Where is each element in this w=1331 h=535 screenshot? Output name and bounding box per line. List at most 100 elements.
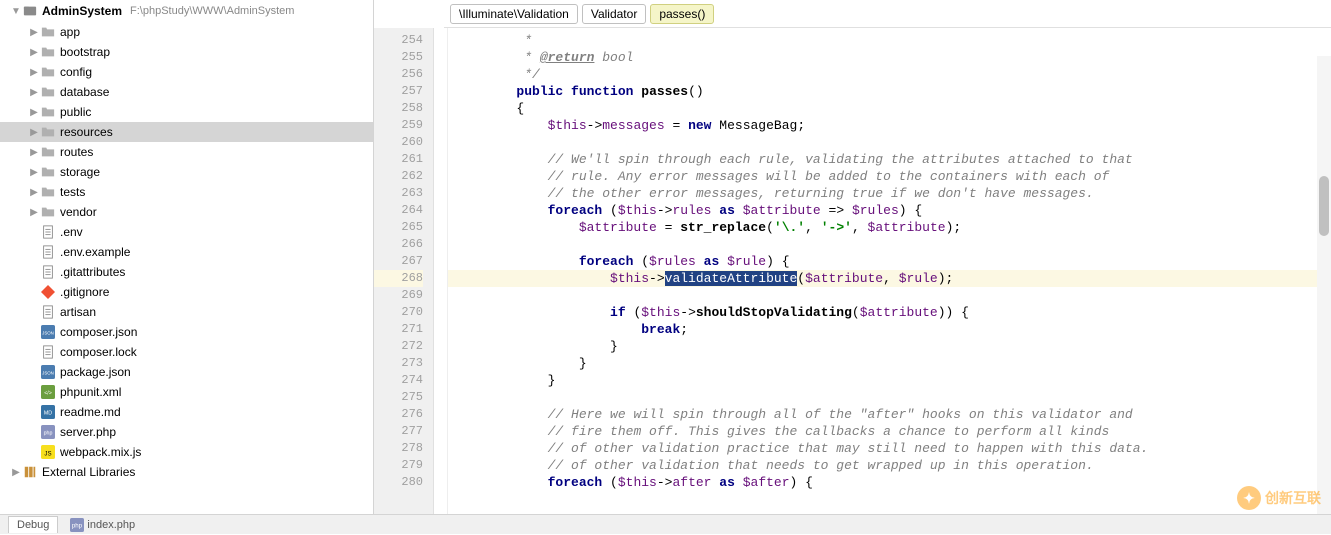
editor-area: \Illuminate\ValidationValidatorpasses() … [374, 0, 1331, 514]
code-line[interactable]: foreach ($this->after as $after) { [448, 474, 1331, 491]
expand-arrow-icon[interactable]: ▶ [28, 167, 40, 178]
code-line[interactable] [448, 134, 1331, 151]
project-header[interactable]: ▼ AdminSystem F:\phpStudy\WWW\AdminSyste… [0, 0, 373, 22]
breadcrumb-bar: \Illuminate\ValidationValidatorpasses() [444, 0, 1331, 28]
file-readme.md[interactable]: MDreadme.md [0, 402, 373, 422]
txt-file-icon [40, 344, 56, 360]
line-number: 268 [374, 270, 423, 287]
folder-config[interactable]: ▶config [0, 62, 373, 82]
code-line[interactable]: $this->validateAttribute($attribute, $ru… [448, 270, 1331, 287]
file-.gitignore[interactable]: .gitignore [0, 282, 373, 302]
txt-file-icon [40, 264, 56, 280]
code-line[interactable]: // We'll spin through each rule, validat… [448, 151, 1331, 168]
code-line[interactable]: } [448, 338, 1331, 355]
vertical-scrollbar[interactable] [1317, 56, 1331, 514]
folder-bootstrap[interactable]: ▶ bootstrap [0, 42, 373, 62]
file-composer.json[interactable]: JSONcomposer.json [0, 322, 373, 342]
line-number: 276 [374, 406, 423, 423]
folder-public[interactable]: ▶public [0, 102, 373, 122]
code-line[interactable]: if ($this->shouldStopValidating($attribu… [448, 304, 1331, 321]
code-line[interactable] [448, 287, 1331, 304]
line-number: 254 [374, 32, 423, 49]
expand-arrow-icon[interactable]: ▶ [28, 147, 40, 158]
file-package.json[interactable]: JSONpackage.json [0, 362, 373, 382]
code-editor[interactable]: 2542552562572582592602612622632642652662… [374, 28, 1331, 514]
folder-storage[interactable]: ▶ storage [0, 162, 373, 182]
line-number: 279 [374, 457, 423, 474]
code-line[interactable]: * [448, 32, 1331, 49]
tree-item-label: bootstrap [60, 45, 110, 59]
debug-tab[interactable]: Debug [8, 516, 58, 533]
folder-app[interactable]: ▶app [0, 22, 373, 42]
tree-item-label: package.json [60, 365, 131, 379]
code-line[interactable]: // of other validation that needs to get… [448, 457, 1331, 474]
expand-arrow-icon[interactable]: ▶ [28, 187, 40, 198]
code-line[interactable]: // of other validation practice that may… [448, 440, 1331, 457]
expand-arrow-icon[interactable]: ▶ [28, 127, 40, 138]
json-file-icon: JSON [40, 324, 56, 340]
expand-arrow-icon[interactable]: ▶ [28, 67, 40, 78]
file-phpunit.xml[interactable]: </>phpunit.xml [0, 382, 373, 402]
file-artisan[interactable]: artisan [0, 302, 373, 322]
fold-column[interactable] [434, 28, 448, 514]
folder-tests[interactable]: ▶tests [0, 182, 373, 202]
file-webpack.mix.js[interactable]: JSwebpack.mix.js [0, 442, 373, 462]
expand-arrow-icon[interactable]: ▶ [28, 47, 40, 58]
code-line[interactable]: foreach ($rules as $rule) { [448, 253, 1331, 270]
file-tree[interactable]: ▶app▶bootstrap▶config▶database▶public▶re… [0, 22, 373, 462]
line-number: 273 [374, 355, 423, 372]
php-file-icon: php [70, 518, 84, 532]
external-libraries[interactable]: ▶ External Libraries [0, 462, 373, 482]
txt-file-icon [40, 224, 56, 240]
breadcrumb-item[interactable]: \Illuminate\Validation [450, 4, 578, 24]
line-number: 265 [374, 219, 423, 236]
file-.gitattributes[interactable]: .gitattributes [0, 262, 373, 282]
code-line[interactable]: $this->messages = new MessageBag; [448, 117, 1331, 134]
expand-arrow-icon[interactable]: ▶ [28, 207, 40, 218]
code-line[interactable]: * @return bool [448, 49, 1331, 66]
code-line[interactable]: */ [448, 66, 1331, 83]
code-line[interactable]: $attribute = str_replace('\.', '->', $at… [448, 219, 1331, 236]
folder-routes[interactable]: ▶routes [0, 142, 373, 162]
code-line[interactable]: public function passes() [448, 83, 1331, 100]
line-number: 257 [374, 83, 423, 100]
tree-item-label: .gitattributes [60, 265, 125, 279]
file-.env.example[interactable]: .env.example [0, 242, 373, 262]
tree-item-label: database [60, 85, 109, 99]
code-line[interactable]: // fire them off. This gives the callbac… [448, 423, 1331, 440]
expand-arrow-icon[interactable]: ▶ [28, 107, 40, 118]
tree-item-label: storage [60, 165, 100, 179]
library-icon [22, 464, 38, 480]
expand-arrow-icon[interactable]: ▼ [10, 6, 22, 17]
xml-file-icon: </> [40, 384, 56, 400]
breadcrumb-item[interactable]: Validator [582, 4, 646, 24]
tree-item-label: server.php [60, 425, 116, 439]
expand-arrow-icon[interactable]: ▶ [28, 27, 40, 38]
file-server.php[interactable]: phpserver.php [0, 422, 373, 442]
code-line[interactable]: { [448, 100, 1331, 117]
code-line[interactable]: // rule. Any error messages will be adde… [448, 168, 1331, 185]
folder-vendor[interactable]: ▶vendor [0, 202, 373, 222]
code-line[interactable]: // Here we will spin through all of the … [448, 406, 1331, 423]
code-content[interactable]: * * @return bool */ public function pass… [448, 28, 1331, 514]
line-number: 263 [374, 185, 423, 202]
file-composer.lock[interactable]: composer.lock [0, 342, 373, 362]
line-number: 260 [374, 134, 423, 151]
code-line[interactable]: } [448, 372, 1331, 389]
code-line[interactable]: foreach ($this->rules as $attribute => $… [448, 202, 1331, 219]
scrollbar-thumb[interactable] [1319, 176, 1329, 236]
folder-database[interactable]: ▶ database [0, 82, 373, 102]
tree-item-label: .env.example [60, 245, 130, 259]
project-sidebar[interactable]: ▼ AdminSystem F:\phpStudy\WWW\AdminSyste… [0, 0, 374, 514]
code-line[interactable] [448, 236, 1331, 253]
expand-arrow-icon[interactable]: ▶ [28, 87, 40, 98]
breadcrumb-item[interactable]: passes() [650, 4, 714, 24]
file-.env[interactable]: .env [0, 222, 373, 242]
expand-arrow-icon[interactable]: ▶ [10, 467, 22, 478]
line-number: 269 [374, 287, 423, 304]
code-line[interactable]: break; [448, 321, 1331, 338]
code-line[interactable] [448, 389, 1331, 406]
code-line[interactable]: } [448, 355, 1331, 372]
code-line[interactable]: // the other error messages, returning t… [448, 185, 1331, 202]
folder-resources[interactable]: ▶resources [0, 122, 373, 142]
